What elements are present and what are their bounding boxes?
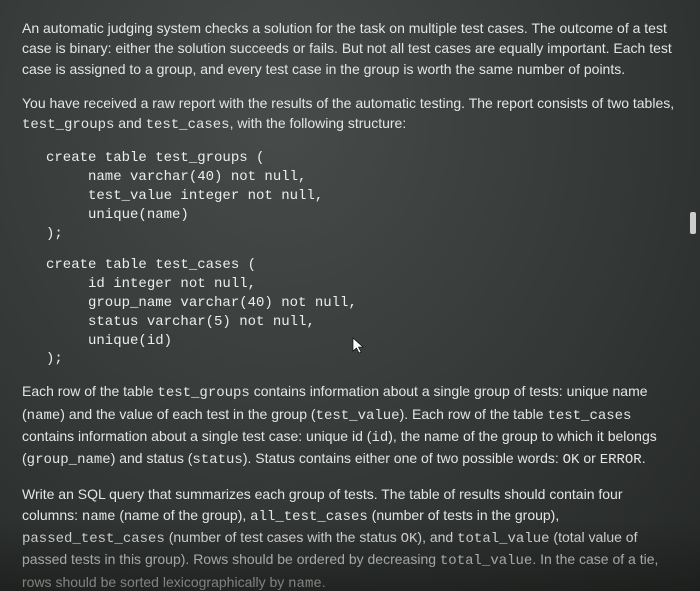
code-inline: OK (563, 452, 580, 468)
text: . (642, 450, 646, 466)
code-inline: name (27, 408, 61, 424)
text: (number of test cases with the status (165, 529, 401, 545)
code-block-test-groups: create table test_groups ( name varchar(… (46, 149, 678, 243)
code-inline: name (82, 509, 116, 525)
paragraph-report: You have received a raw report with the … (22, 93, 678, 136)
code-inline: group_name (27, 452, 111, 468)
scrollbar-track[interactable] (690, 12, 696, 572)
text: You have received a raw report with the … (22, 95, 674, 111)
text: ), and (417, 529, 457, 545)
text: ). Each row of the table (400, 406, 548, 422)
text: contains information about a single test… (22, 428, 371, 444)
code-inline: passed_test_cases (22, 531, 165, 547)
code-inline: total_value (440, 553, 532, 569)
text: (name of the group), (116, 507, 251, 523)
code-inline: test_value (316, 408, 400, 424)
text: (number of tests in the group), (368, 507, 559, 523)
code-inline: all_test_cases (250, 509, 368, 525)
text: . (322, 574, 326, 590)
text: or (579, 450, 599, 466)
code-inline: ERROR (600, 452, 642, 468)
code-block-test-cases: create table test_cases ( id integer not… (46, 256, 678, 369)
text: ) and the value of each test in the grou… (60, 406, 315, 422)
code-inline: id (371, 430, 388, 446)
code-inline: test_groups (157, 385, 249, 401)
paragraph-schema-desc: Each row of the table test_groups contai… (22, 381, 678, 470)
code-inline: test_cases (547, 408, 631, 424)
paragraph-intro: An automatic judging system checks a sol… (22, 18, 678, 79)
text: ). Status contains either one of two pos… (243, 450, 563, 466)
code-inline: OK (401, 531, 418, 547)
code-inline: name (288, 576, 322, 591)
code-inline: test_cases (146, 117, 230, 133)
code-inline: test_groups (22, 117, 114, 133)
text: Each row of the table (22, 383, 157, 399)
text: ) and status ( (111, 450, 193, 466)
problem-statement-page: An automatic judging system checks a sol… (0, 0, 700, 591)
code-inline: status (192, 452, 242, 468)
code-inline: total_value (457, 531, 549, 547)
text: An automatic judging system checks a sol… (22, 20, 672, 77)
scrollbar-thumb[interactable] (690, 212, 696, 234)
text: and (114, 115, 145, 131)
text: , with the following structure: (230, 115, 407, 131)
paragraph-task: Write an SQL query that summarizes each … (22, 484, 678, 591)
